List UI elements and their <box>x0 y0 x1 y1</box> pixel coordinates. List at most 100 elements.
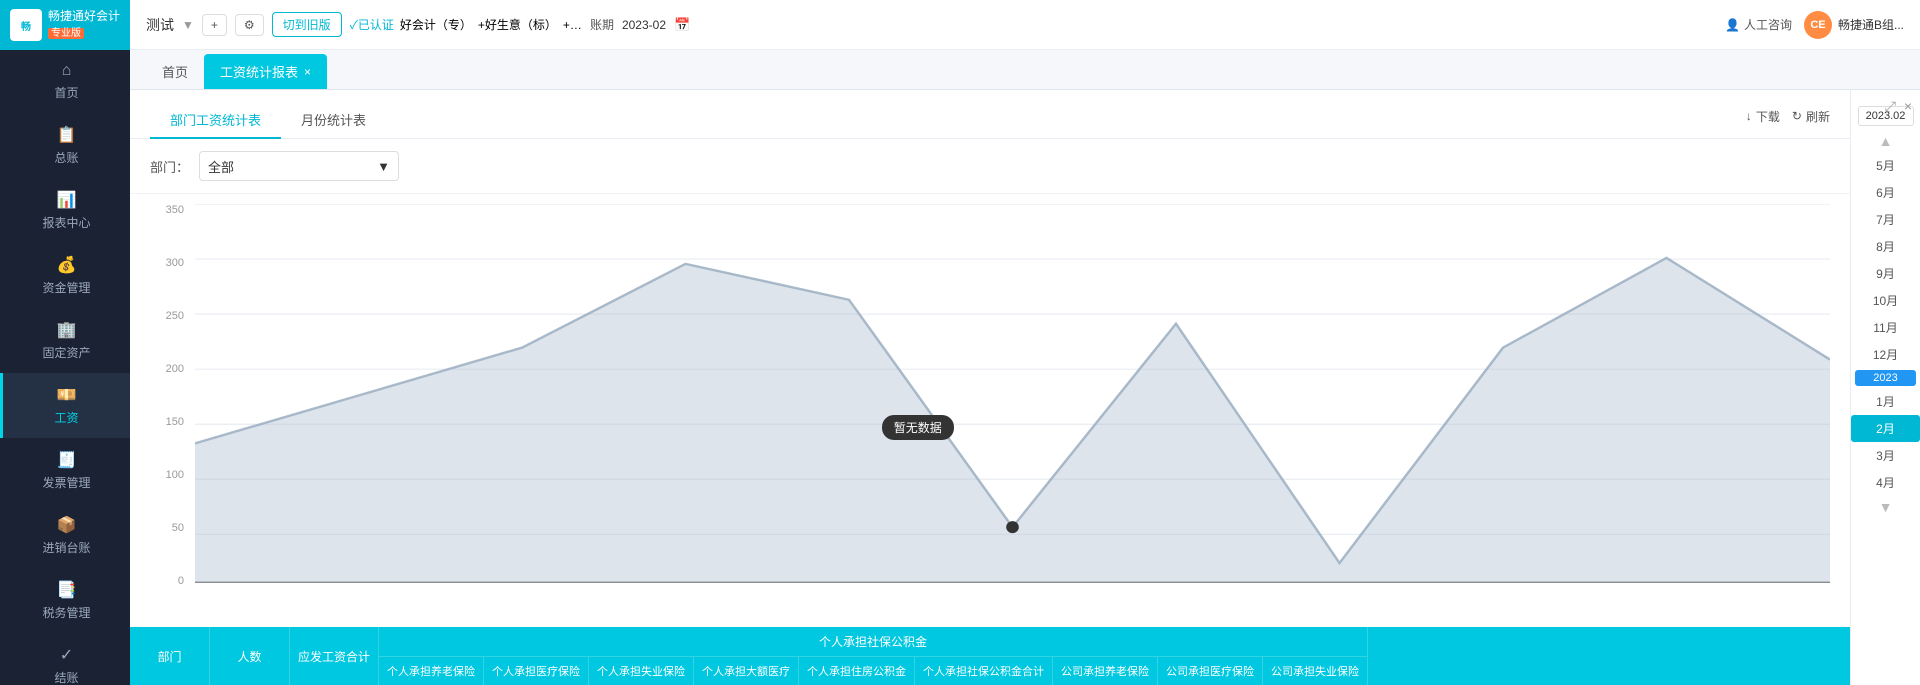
sidebar-item-salary[interactable]: 💴 工资 <box>0 373 130 438</box>
content-area: 部门工资统计表 月份统计表 ↓ 下载 ↻ 刷新 <box>130 90 1920 685</box>
sidebar-item-settle[interactable]: ✓ 结账 <box>0 633 130 685</box>
sidebar-item-label: 资金管理 <box>42 279 90 296</box>
assets-icon: 🏢 <box>57 320 77 340</box>
y-axis-label: 50 <box>172 522 184 534</box>
dept-filter-select[interactable]: 全部 ▼ <box>199 151 399 181</box>
table-header-cell: 公司承担失业保险 <box>1263 657 1368 685</box>
sidebar-item-label: 总账 <box>54 149 78 166</box>
panel-expand-icon[interactable]: ⤢ <box>1885 98 1896 115</box>
sidebar-item-label: 结账 <box>54 669 78 685</box>
sidebar-item-assets[interactable]: 🏢 固定资产 <box>0 308 130 373</box>
month-item[interactable]: 3月 <box>1851 442 1920 469</box>
tax-icon: 📑 <box>57 580 77 600</box>
sidebar-item-sales[interactable]: 📦进销台账 <box>0 503 130 568</box>
table-header-cell: 个人承担养老保险 <box>379 657 484 685</box>
invoice-icon: 🧾 <box>57 450 77 470</box>
badge-more: +… <box>563 18 582 32</box>
tab-home[interactable]: 首页 <box>146 54 204 89</box>
funds-icon: 💰 <box>57 255 77 275</box>
settings-button[interactable]: ⚙ <box>235 14 264 36</box>
table-header-cell: 公司承担医疗保险 <box>1158 657 1263 685</box>
month-item[interactable]: 2月 <box>1851 415 1920 442</box>
table-header-cell: 应发工资合计 <box>290 627 379 685</box>
month-item[interactable]: 7月 <box>1851 206 1920 233</box>
panel-close-icon[interactable]: × <box>1904 98 1912 114</box>
table-header-cell: 个人承担失业保险 <box>589 657 694 685</box>
sidebar-item-invoice[interactable]: 🧾发票管理 <box>0 438 130 503</box>
settle-icon: ✓ <box>60 645 73 665</box>
salary-icon: 💴 <box>57 385 77 405</box>
sidebar-item-label: 报表中心 <box>42 214 90 231</box>
period-value: 2023-02 <box>622 18 666 32</box>
y-axis: 350300250200150100500 <box>150 204 190 587</box>
y-axis-label: 200 <box>166 363 184 375</box>
bottom-table: 部门人数应发工资合计个人承担社保公积金个人承担养老保险个人承担医疗保险个人承担失… <box>130 627 1850 685</box>
sidebar-item-label: 固定资产 <box>42 344 90 361</box>
sidebar-item-reports[interactable]: 📊报表中心 <box>0 178 130 243</box>
main-content: 测试 ▼ + ⚙ 切到旧版 ✓已认证 好会计（专） +好生意（标） +… 账期 … <box>130 0 1920 685</box>
y-axis-label: 350 <box>166 204 184 216</box>
main-panel: 部门工资统计表 月份统计表 ↓ 下载 ↻ 刷新 <box>130 90 1850 685</box>
user-menu[interactable]: CE 畅捷通B组... <box>1804 11 1904 39</box>
right-panel: × ⤢ ▲5月6月7月8月9月10月11月12月 2023 1月2月3月4月▼ <box>1850 90 1920 685</box>
tab-salary-report[interactable]: 工资统计报表 × <box>204 54 327 89</box>
chart-tooltip-marker <box>1006 521 1019 533</box>
chart-area: 350300250200150100500 <box>130 194 1850 627</box>
sidebar-item-funds[interactable]: 💰 资金管理 <box>0 243 130 308</box>
filter-area: 部门： 全部 ▼ <box>130 139 1850 194</box>
download-button[interactable]: ↓ 下载 <box>1746 108 1780 125</box>
month-nav: ▲5月6月7月8月9月10月11月12月 2023 1月2月3月4月▼ <box>1851 130 1920 518</box>
badge-certified: ✓已认证 <box>350 16 394 33</box>
month-item[interactable]: 4月 <box>1851 469 1920 496</box>
table-group-cols: 个人承担养老保险个人承担医疗保险个人承担失业保险个人承担大额医疗个人承担住房公积… <box>379 657 1368 685</box>
refresh-button[interactable]: ↻ 刷新 <box>1792 108 1830 125</box>
month-item[interactable]: 5月 <box>1851 152 1920 179</box>
chart-svg-area: 暂无数据 <box>195 204 1830 587</box>
year-badge: 2023 <box>1855 370 1916 386</box>
dept-filter-label: 部门： <box>150 157 189 176</box>
month-item[interactable]: 10月 <box>1851 287 1920 314</box>
switch-version-button[interactable]: 切到旧版 <box>272 12 342 37</box>
chart-svg <box>195 204 1830 587</box>
sub-tab-actions: ↓ 下载 ↻ 刷新 <box>1746 108 1830 133</box>
logo-icon: 畅 <box>10 9 42 41</box>
sub-tab-dept[interactable]: 部门工资统计表 <box>150 102 281 139</box>
company-name: 测试 <box>146 15 174 35</box>
month-item[interactable]: 1月 <box>1851 388 1920 415</box>
user-avatar: CE <box>1804 11 1832 39</box>
sidebar-item-label: 工资 <box>54 409 78 426</box>
month-nav-down[interactable]: ▼ <box>1876 496 1896 518</box>
month-nav-up[interactable]: ▲ <box>1876 130 1896 152</box>
y-axis-label: 0 <box>178 575 184 587</box>
table-header-cell: 个人承担医疗保险 <box>484 657 589 685</box>
y-axis-label: 150 <box>166 416 184 428</box>
month-item[interactable]: 12月 <box>1851 341 1920 368</box>
month-item[interactable]: 11月 <box>1851 314 1920 341</box>
table-header-cell: 个人承担住房公积金 <box>799 657 915 685</box>
select-arrow-icon: ▼ <box>377 159 390 174</box>
logo-text: 畅捷通好会计 专业版 <box>48 9 120 40</box>
y-axis-label: 300 <box>166 257 184 269</box>
topbar-badges: ✓已认证 好会计（专） +好生意（标） +… <box>350 16 582 33</box>
add-button[interactable]: + <box>202 14 227 36</box>
period-label: 账期 <box>590 16 614 33</box>
dropdown-arrow[interactable]: ▼ <box>182 18 194 32</box>
table-header: 部门人数应发工资合计个人承担社保公积金个人承担养老保险个人承担医疗保险个人承担失… <box>130 627 1850 685</box>
badge-product1: 好会计（专） <box>400 16 472 33</box>
table-header-cell: 个人承担大额医疗 <box>694 657 799 685</box>
sub-tab-monthly[interactable]: 月份统计表 <box>281 102 386 139</box>
sidebar-item-tax[interactable]: 📑税务管理 <box>0 568 130 633</box>
sidebar-item-home[interactable]: ⌂首页 <box>0 50 130 113</box>
month-item[interactable]: 9月 <box>1851 260 1920 287</box>
table-header-cell: 部门 <box>130 627 210 685</box>
sidebar-item-label: 进销台账 <box>42 539 90 556</box>
home-icon: ⌂ <box>62 62 72 80</box>
download-icon: ↓ <box>1746 109 1752 123</box>
calendar-icon[interactable]: 📅 <box>674 17 690 33</box>
month-item[interactable]: 8月 <box>1851 233 1920 260</box>
sidebar-item-ledger[interactable]: 📋总账 <box>0 113 130 178</box>
app-logo: 畅 畅捷通好会计 专业版 <box>0 0 130 50</box>
month-item[interactable]: 6月 <box>1851 179 1920 206</box>
tab-close-icon[interactable]: × <box>304 65 311 79</box>
help-button[interactable]: 👤 人工咨询 <box>1725 16 1792 33</box>
